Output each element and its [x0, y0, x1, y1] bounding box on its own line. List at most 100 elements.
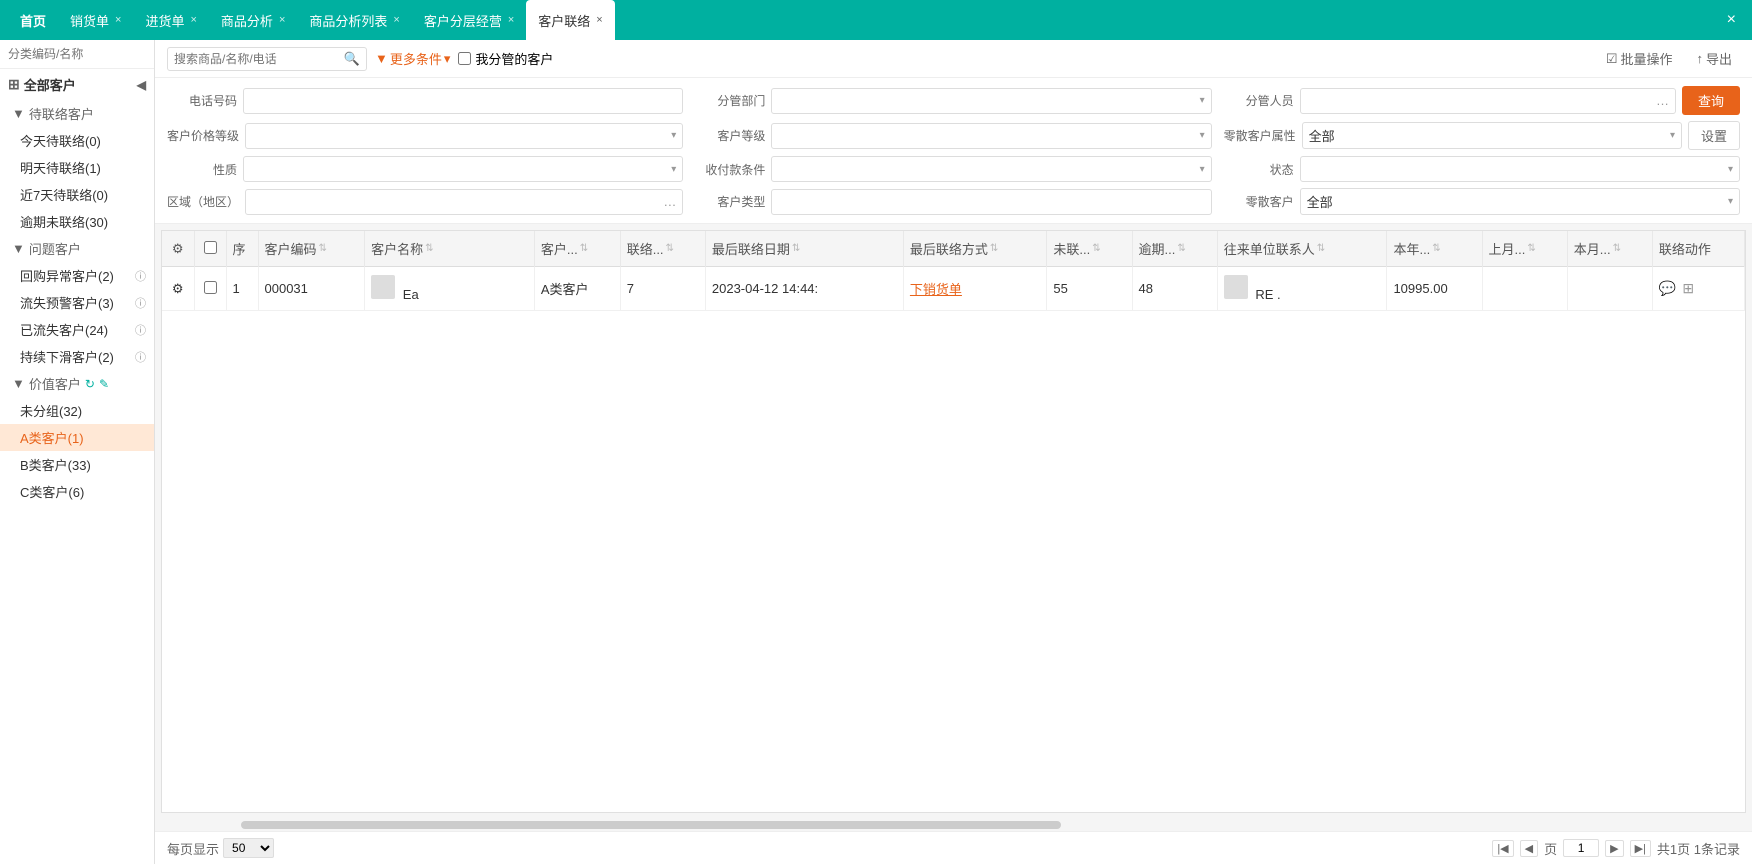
- my-customers-checkbox[interactable]: [458, 52, 471, 65]
- filter-search-box: 🔍: [167, 47, 367, 71]
- sidebar-item-7days-pending[interactable]: 近7天待联络(0): [0, 181, 154, 208]
- manager-input[interactable]: …: [1300, 88, 1676, 114]
- table-header-code[interactable]: 客户编码⇅: [258, 231, 365, 267]
- batch-op-button[interactable]: ☑ 批量操作: [1598, 46, 1681, 71]
- sidebar-collapse-btn[interactable]: ◀: [137, 78, 146, 92]
- close-goods-list-tab[interactable]: ×: [393, 14, 399, 26]
- row-checkbox[interactable]: [204, 281, 217, 294]
- retail-attribute-select[interactable]: 全部▾: [1302, 122, 1682, 149]
- sidebar-group-pending[interactable]: ▼ 待联络客户: [0, 100, 154, 127]
- row-last-contact-method[interactable]: 下销货单: [903, 267, 1046, 311]
- region-input[interactable]: …: [245, 189, 683, 215]
- nav-tab-customer-tier[interactable]: 客户分层经营 ×: [412, 0, 526, 40]
- row-last-month: [1482, 267, 1567, 311]
- next-page-button[interactable]: ▶: [1605, 840, 1623, 857]
- table-header-last-contact-method[interactable]: 最后联络方式⇅: [903, 231, 1046, 267]
- sidebar-item-today-pending[interactable]: 今天待联络(0): [0, 127, 154, 154]
- sidebar-search-input[interactable]: [8, 47, 155, 61]
- sidebar-item-unclassified[interactable]: 未分组(32): [0, 397, 154, 424]
- table-header-last-contact-date[interactable]: 最后联络日期⇅: [705, 231, 903, 267]
- close-sales-tab[interactable]: ×: [115, 14, 121, 26]
- sidebar-item-churn-warning[interactable]: 流失预警客户(3) ⓘ: [0, 289, 154, 316]
- edit-icon[interactable]: ✎: [99, 377, 109, 391]
- footer-per-page: 每页显示 50 100 200: [167, 838, 274, 858]
- sidebar-item-class-a[interactable]: A类客户(1): [0, 424, 154, 451]
- horizontal-scrollbar[interactable]: [241, 821, 1061, 829]
- chat-icon[interactable]: 💬: [1659, 280, 1676, 297]
- phone-input[interactable]: [243, 88, 683, 114]
- arrow-icon-3: ▼: [12, 376, 25, 391]
- avatar: [371, 275, 395, 299]
- sidebar-item-tomorrow-pending[interactable]: 明天待联络(1): [0, 154, 154, 181]
- customer-type-input[interactable]: [771, 189, 1211, 215]
- filter-status: 状态 ▾: [1224, 156, 1740, 182]
- close-goods-analysis-tab[interactable]: ×: [279, 14, 285, 26]
- sidebar-item-class-c[interactable]: C类客户(6): [0, 478, 154, 505]
- last-page-button[interactable]: ▶|: [1630, 840, 1651, 857]
- row-gear[interactable]: ⚙: [162, 267, 194, 311]
- sidebar-item-overdue-contact[interactable]: 逾期未联络(30): [0, 208, 154, 235]
- sidebar-item-repurchase-abnormal[interactable]: 回购异常客户(2) ⓘ: [0, 262, 154, 289]
- table-header-seq: 序: [226, 231, 258, 267]
- first-page-button[interactable]: |◀: [1492, 840, 1513, 857]
- settings-button[interactable]: 设置: [1688, 121, 1740, 150]
- customer-level-select[interactable]: ▾: [771, 123, 1211, 149]
- page-number-input[interactable]: [1563, 839, 1599, 857]
- close-customer-tier-tab[interactable]: ×: [508, 14, 514, 26]
- row-check[interactable]: [194, 267, 226, 311]
- query-button[interactable]: 查询: [1682, 86, 1740, 115]
- nav-tab-sales[interactable]: 销货单 ×: [58, 0, 133, 40]
- status-select[interactable]: ▾: [1300, 156, 1740, 182]
- nav-tab-home[interactable]: 首页: [8, 0, 58, 40]
- sidebar-item-class-b[interactable]: B类客户(33): [0, 451, 154, 478]
- sidebar-item-churned[interactable]: 已流失客户(24) ⓘ: [0, 316, 154, 343]
- table-row: ⚙ 1 000031 Ea A类客户 7 2023-04-12 14:44: 下…: [162, 267, 1745, 311]
- nav-tab-customer-contact[interactable]: 客户联络 ×: [526, 0, 614, 40]
- qr-icon[interactable]: ⊞: [1682, 280, 1694, 297]
- department-select[interactable]: ▾: [771, 88, 1211, 114]
- close-all-button[interactable]: ×: [1719, 11, 1744, 29]
- nav-tab-purchase[interactable]: 进货单 ×: [133, 0, 208, 40]
- nature-select[interactable]: ▾: [243, 156, 683, 182]
- per-page-select[interactable]: 50 100 200: [223, 838, 274, 858]
- nav-tab-goods-list[interactable]: 商品分析列表 ×: [297, 0, 411, 40]
- last-contact-link[interactable]: 下销货单: [910, 282, 962, 297]
- sidebar-group-problem[interactable]: ▼ 问题客户: [0, 235, 154, 262]
- sidebar-item-declining[interactable]: 持续下滑客户(2) ⓘ: [0, 343, 154, 370]
- retail-customer-select[interactable]: 全部▾: [1300, 188, 1740, 215]
- sidebar-group-value[interactable]: ▼ 价值客户 ↻ ✎: [0, 370, 154, 397]
- filter-manager: 分管人员 … 查询: [1224, 86, 1740, 115]
- filter-retail-customer: 零散客户 全部▾: [1224, 188, 1740, 215]
- price-level-select[interactable]: ▾: [245, 123, 683, 149]
- prev-page-button[interactable]: ◀: [1520, 840, 1538, 857]
- sidebar-search-area: 🔍: [0, 40, 154, 69]
- more-filters-button[interactable]: ▼ 更多条件 ▾: [375, 49, 450, 68]
- all-customers-header[interactable]: ⊞ 全部客户 ◀: [0, 69, 154, 100]
- filter-customer-type: 客户类型: [695, 188, 1211, 215]
- close-purchase-tab[interactable]: ×: [190, 14, 196, 26]
- total-records: 共1页 1条记录: [1657, 839, 1740, 858]
- refresh-icon[interactable]: ↻: [85, 377, 95, 391]
- table-header-overdue[interactable]: 逾期...⇅: [1132, 231, 1217, 267]
- close-customer-contact-tab[interactable]: ×: [596, 14, 602, 26]
- table-header-gear[interactable]: ⚙: [162, 231, 194, 267]
- filter-icon: ▼: [375, 51, 388, 66]
- filter-search-icon[interactable]: 🔍: [344, 51, 360, 67]
- row-last-contact-date: 2023-04-12 14:44:: [705, 267, 903, 311]
- row-seq: 1: [226, 267, 258, 311]
- table-header-last-month[interactable]: 上月...⇅: [1482, 231, 1567, 267]
- payment-terms-select[interactable]: ▾: [771, 156, 1211, 182]
- table-header-customer-type[interactable]: 客户...⇅: [534, 231, 620, 267]
- table-header-contact[interactable]: 联络...⇅: [620, 231, 705, 267]
- table-header-unit-contact[interactable]: 往来单位联系人⇅: [1217, 231, 1387, 267]
- filter-search-input[interactable]: [174, 52, 344, 66]
- my-customers-checkbox-area[interactable]: 我分管的客户: [458, 49, 553, 68]
- export-button[interactable]: ↑ 导出: [1688, 46, 1740, 71]
- table-header-this-month[interactable]: 本月...⇅: [1567, 231, 1652, 267]
- table-header-name[interactable]: 客户名称⇅: [365, 231, 535, 267]
- table-header-this-year[interactable]: 本年...⇅: [1387, 231, 1482, 267]
- table-header-not-contact[interactable]: 未联...⇅: [1047, 231, 1132, 267]
- select-all-checkbox[interactable]: [204, 241, 217, 254]
- nav-tab-goods-analysis[interactable]: 商品分析 ×: [209, 0, 297, 40]
- table-header-check[interactable]: [194, 231, 226, 267]
